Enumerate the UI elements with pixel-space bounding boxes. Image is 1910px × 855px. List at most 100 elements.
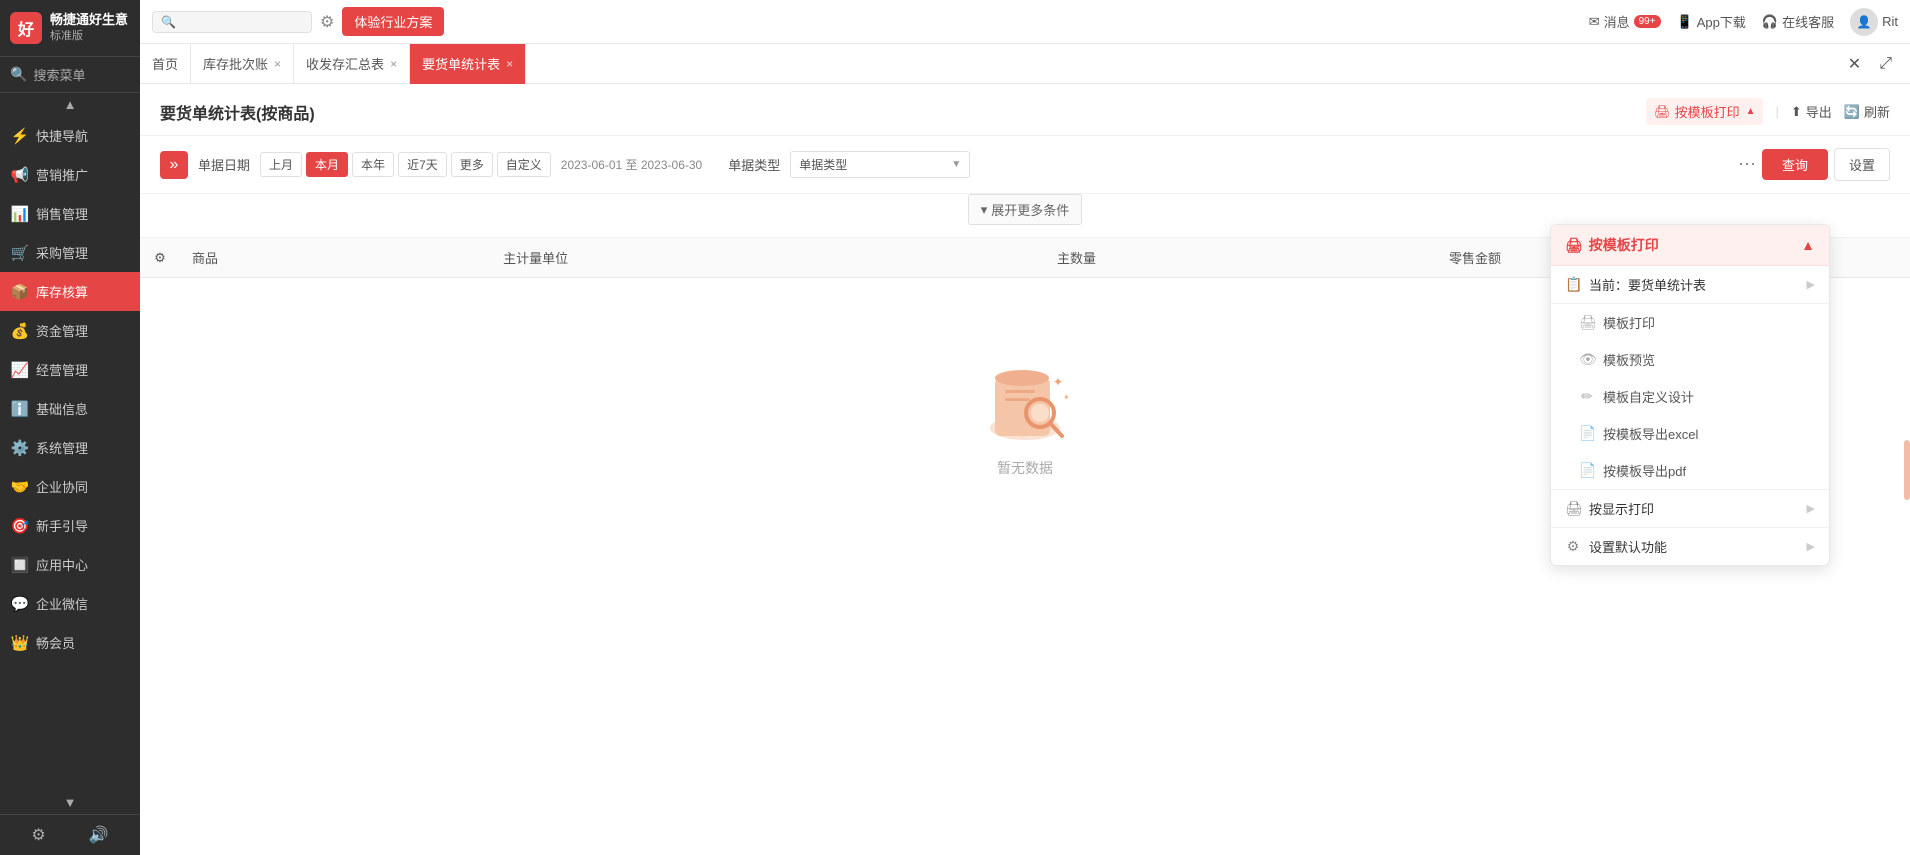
order-type-select[interactable]: 单据类型 ▼ [790,151,970,178]
user-avatar-item[interactable]: 👤 Rit [1850,8,1898,36]
app-download-item[interactable]: 📱 App下载 [1677,12,1746,31]
sidebar-item-label: 营销推广 [36,165,88,184]
export-label: 导出 [1806,102,1832,121]
dropdown-print-icon: 🖨 [1565,237,1583,254]
tab-receivables-summary[interactable]: 收发存汇总表 × [294,44,410,84]
display-print-icon: 🖨 [1565,500,1581,517]
dropdown-template-print[interactable]: 🖨 模板打印 [1551,304,1829,341]
date-btn-this-month[interactable]: 本月 [306,152,348,177]
col-settings[interactable]: ⚙ [140,238,180,278]
print-dropdown: 🖨 按模板打印 ▲ 📋 当前：要货单统计表 ▶ 🖨 模板打印 👁 [1550,224,1830,566]
sidebar-item-label: 系统管理 [36,438,88,457]
date-btn-7days[interactable]: 近7天 [398,152,447,177]
print-template-button[interactable]: 🖨 按模板打印 ▲ [1646,98,1763,125]
avatar-icon: 👤 [1857,15,1872,29]
dropdown-current-item[interactable]: 📋 当前：要货单统计表 ▶ [1551,266,1829,303]
expand-label: 展开更多条件 [991,200,1069,219]
sidebar-item-quick-nav[interactable]: ⚡ 快捷导航 [0,116,140,155]
finance-icon: 💰 [10,322,30,340]
sidebar-item-guide[interactable]: 🎯 新手引导 [0,506,140,545]
window-expand-button[interactable]: ⤢ [1873,55,1898,73]
message-item[interactable]: ✉ 消息 99+ [1589,12,1661,31]
template-print-icon: 🖨 [1579,314,1595,331]
tab-inventory-batch-close[interactable]: × [274,57,281,71]
search-bar[interactable]: 🔍 [152,11,312,33]
display-print-label: 按显示打印 [1589,499,1654,518]
sidebar-item-membership[interactable]: 👑 畅会员 [0,623,140,662]
trial-button[interactable]: 体验行业方案 [342,7,444,36]
app-center-icon: 🔲 [10,556,30,574]
export-button[interactable]: ⬆ 导出 [1791,102,1832,121]
tab-receivables-summary-label: 收发存汇总表 [306,54,384,73]
purchase-icon: 🛒 [10,244,30,262]
sidebar-item-purchase[interactable]: 🛒 采购管理 [0,233,140,272]
dropdown-collapse-arrow[interactable]: ▲ [1801,237,1815,253]
tab-home[interactable]: 首页 [152,44,191,84]
date-btn-this-year[interactable]: 本年 [352,152,394,177]
basics-icon: ℹ️ [10,400,30,418]
sidebar-scroll-up[interactable]: ▲ [0,93,140,116]
system-icon: ⚙️ [10,439,30,457]
sidebar-item-system[interactable]: ⚙️ 系统管理 [0,428,140,467]
tab-order-stats-close[interactable]: × [506,57,513,71]
dropdown-set-default[interactable]: ⚙ 设置默认功能 ▶ [1551,528,1829,565]
template-preview-icon: 👁 [1579,351,1595,368]
tab-receivables-summary-close[interactable]: × [390,57,397,71]
date-btn-more[interactable]: 更多 [451,152,493,177]
sidebar-item-wechat[interactable]: 💬 企业微信 [0,584,140,623]
sidebar-item-inventory[interactable]: 📦 库存核算 [0,272,140,311]
date-filter-label: 单据日期 [198,155,250,174]
sidebar-item-finance[interactable]: 💰 资金管理 [0,311,140,350]
dropdown-template-export-pdf[interactable]: 📄 按模板导出pdf [1551,452,1829,489]
dropdown-display-print-section: 🖨 按显示打印 ▶ [1551,490,1829,528]
app-download-icon: 📱 [1677,14,1693,30]
set-default-arrow: ▶ [1807,540,1815,553]
scroll-indicator[interactable] [1904,440,1910,500]
page-content: 要货单统计表(按商品) 🖨 按模板打印 ▲ | ⬆ 导出 🔄 刷新 [140,84,1910,855]
sidebar: 好 畅捷通好生意 标准版 🔍 搜索菜单 ▲ ⚡ 快捷导航 📢 营销推广 📊 销售… [0,0,140,855]
tab-order-stats[interactable]: 要货单统计表 × [410,44,526,84]
dropdown-template-export-excel[interactable]: 📄 按模板导出excel [1551,415,1829,452]
date-btn-custom[interactable]: 自定义 [497,152,551,177]
print-dropdown-arrow[interactable]: ▲ [1746,106,1756,117]
sidebar-item-label: 库存核算 [36,282,88,301]
sidebar-item-app-center[interactable]: 🔲 应用中心 [0,545,140,584]
refresh-button[interactable]: 🔄 刷新 [1844,102,1890,121]
dropdown-set-default-section: ⚙ 设置默认功能 ▶ [1551,528,1829,565]
col-unit: 主计量单位 [491,238,1045,278]
setting-button[interactable]: 设置 [1834,148,1890,181]
sidebar-sound-icon[interactable]: 🔊 [89,825,109,845]
app-logo: 好 畅捷通好生意 标准版 [0,0,140,57]
quick-nav-icon: ⚡ [10,127,30,145]
query-button[interactable]: 查询 [1762,149,1828,180]
sidebar-scroll-down[interactable]: ▼ [0,791,140,814]
tab-inventory-batch[interactable]: 库存批次账 × [191,44,294,84]
dropdown-template-preview[interactable]: 👁 模板预览 [1551,341,1829,378]
sidebar-nav: ⚡ 快捷导航 📢 营销推广 📊 销售管理 🛒 采购管理 📦 库存核算 💰 资金管… [0,116,140,791]
order-type-placeholder: 单据类型 [799,156,847,173]
online-service-item[interactable]: 🎧 在线客服 [1762,12,1834,31]
expand-more-btn[interactable]: ▾ 展开更多条件 [968,194,1083,225]
sidebar-item-marketing[interactable]: 📢 营销推广 [0,155,140,194]
refresh-label: 刷新 [1864,102,1890,121]
sidebar-settings-icon[interactable]: ⚙ [31,825,45,845]
sidebar-item-cooperation[interactable]: 🤝 企业协同 [0,467,140,506]
dropdown-display-print[interactable]: 🖨 按显示打印 ▶ [1551,490,1829,527]
sidebar-item-label: 企业协同 [36,477,88,496]
sidebar-item-basics[interactable]: ℹ️ 基础信息 [0,389,140,428]
sidebar-item-sales[interactable]: 📊 销售管理 [0,194,140,233]
sidebar-item-label: 新手引导 [36,516,88,535]
cooperation-icon: 🤝 [10,478,30,496]
filter-expand-btn[interactable]: » [160,151,188,179]
sidebar-item-operations[interactable]: 📈 经营管理 [0,350,140,389]
top-header-right: ✉ 消息 99+ 📱 App下载 🎧 在线客服 👤 Rit [1589,8,1898,36]
window-close-button[interactable]: ✕ [1842,54,1867,74]
app-download-label: App下载 [1697,12,1746,31]
dropdown-template-custom[interactable]: ✏ 模板自定义设计 [1551,378,1829,415]
date-btn-last-month[interactable]: 上月 [260,152,302,177]
header-settings-icon[interactable]: ⚙ [320,12,334,32]
more-options-icon[interactable]: ⋯ [1738,154,1756,175]
template-export-pdf-icon: 📄 [1579,462,1595,479]
col-quantity: 主数量 [1045,238,1437,278]
sidebar-search[interactable]: 🔍 搜索菜单 [0,57,140,93]
